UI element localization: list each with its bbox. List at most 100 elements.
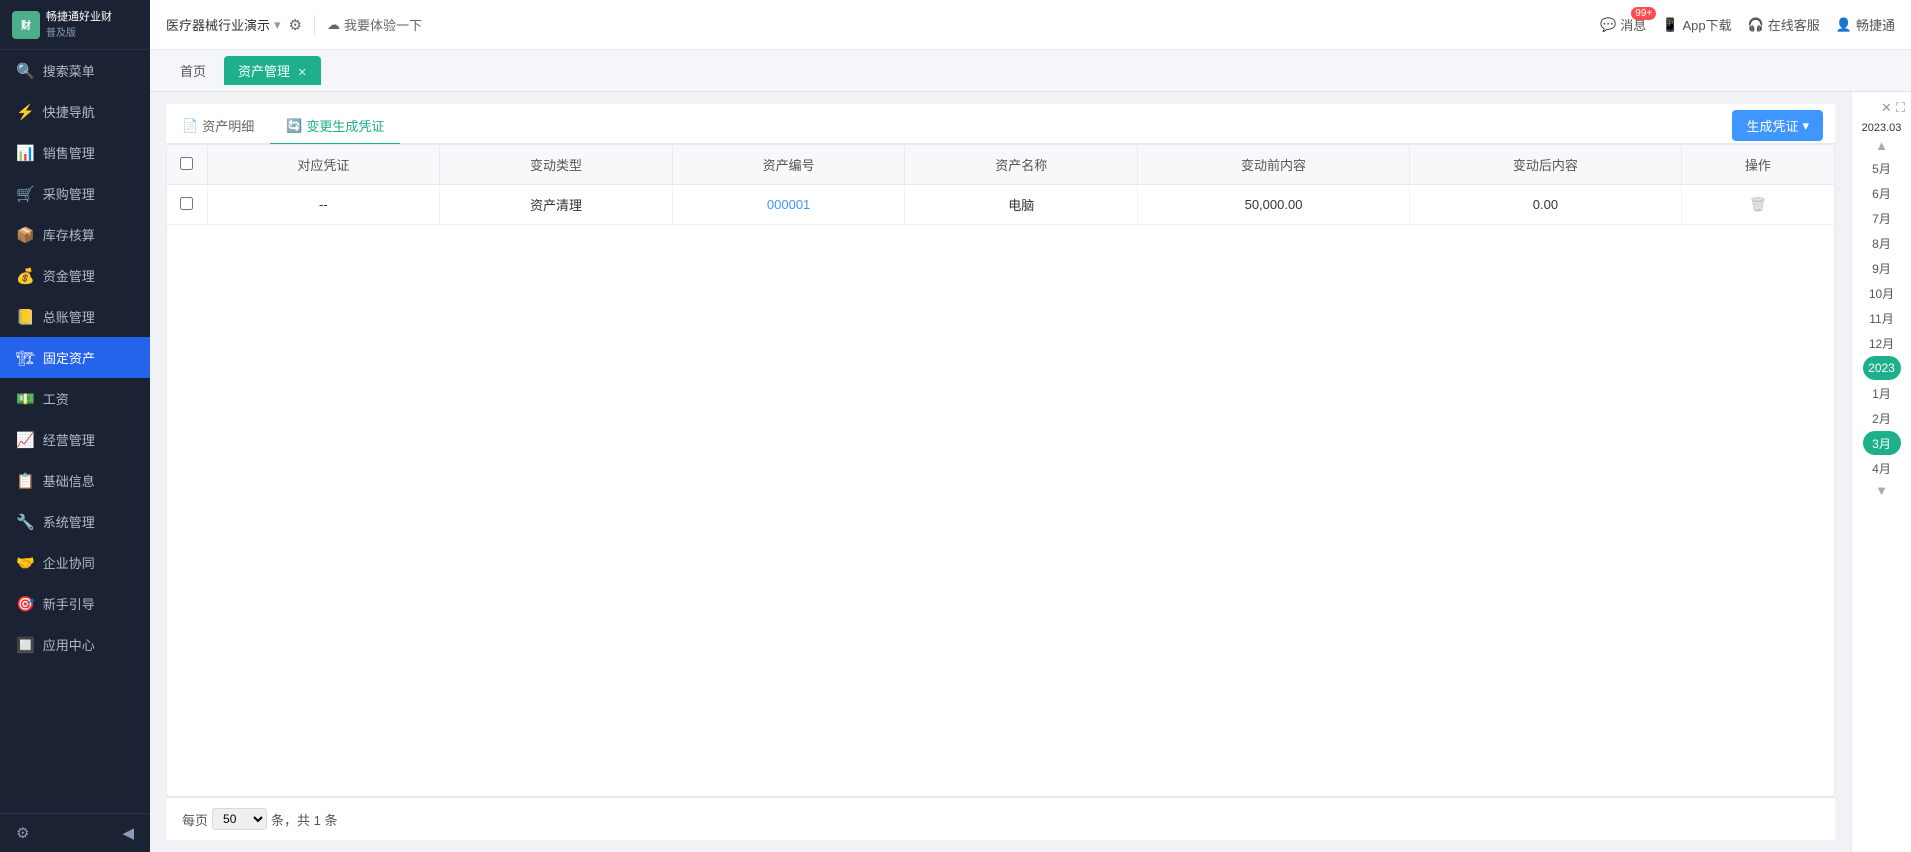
logo-name: 畅捷通好业财 [46,10,112,24]
th-voucher-ref: 对应凭证 [207,145,440,185]
fixedasset-icon: 🏗 [16,349,35,367]
sidebar-label-salary: 工资 [43,389,69,408]
message-icon: 💬 [1600,17,1616,33]
right-panel-header: ✕ ⛶ [1852,96,1911,120]
sidebar-item-quicknav[interactable]: ⚡ 快捷导航 [0,91,150,132]
sub-tab-voucher[interactable]: 🔄 变更生成凭证 [270,108,400,145]
collapse-icon[interactable]: ◀ [122,824,134,842]
select-all-checkbox[interactable] [180,157,193,170]
company-settings-icon[interactable]: ⚙ [289,16,302,34]
th-after-change: 变动后内容 [1409,145,1681,185]
sidebar-label-quicknav: 快捷导航 [43,102,95,121]
sidebar-item-funds[interactable]: 💰资金管理 [0,255,150,296]
messages-btn[interactable]: 💬 消息 99+ [1600,15,1646,34]
tab-home[interactable]: 首页 [166,56,220,85]
collab-icon: 🤝 [16,554,35,572]
sub-tabs-wrapper: 📄 资产明细 🔄 变更生成凭证 生成凭证 ▾ [166,104,1835,144]
sidebar-label-ledger: 总账管理 [43,307,95,326]
sidebar-item-fixedasset[interactable]: 🏗 固定资产 [0,337,150,378]
sidebar-item-system[interactable]: 🔧 系统管理 [0,501,150,542]
scroll-up-arrow[interactable]: ▲ [1873,136,1890,155]
scroll-down-arrow[interactable]: ▼ [1873,481,1890,500]
appcenter-icon: 🔲 [16,636,35,654]
tab-close-icon[interactable]: ✕ [298,67,307,79]
row-checkbox[interactable] [180,197,193,210]
per-page-select[interactable]: 50 10 20 100 [212,808,267,830]
experience-label: 我要体验一下 [344,15,422,34]
month-item[interactable]: 8月 [1863,231,1901,255]
sidebar-item-collab[interactable]: 🤝企业协同 [0,542,150,583]
search-icon: 🔍 [16,62,35,80]
th-asset-name: 资产名称 [905,145,1138,185]
tab-asset-management[interactable]: 资产管理 ✕ [224,56,321,85]
sidebar-label-system: 系统管理 [43,512,95,531]
system-icon: 🔧 [16,513,35,531]
user-avatar-icon: 👤 [1836,17,1852,33]
phone-icon: 📱 [1662,17,1678,33]
company-selector[interactable]: 医疗器械行业演示 ▾ [166,15,281,34]
month-item[interactable]: 6月 [1863,181,1901,205]
sidebar-item-guide[interactable]: 🎯新手引导 [0,583,150,624]
row-after-change: 0.00 [1409,185,1681,225]
month-item[interactable]: 12月 [1863,331,1901,355]
sidebar-item-purchase[interactable]: 🛒 采购管理 [0,173,150,214]
month-item[interactable]: 9月 [1863,256,1901,280]
tab-bar: 首页 资产管理 ✕ [150,50,1911,92]
message-badge: 99+ [1631,7,1656,20]
funds-icon: 💰 [16,267,35,285]
row-before-change: 50,000.00 [1138,185,1410,225]
sales-icon: 📊 [16,144,35,162]
cloud-icon: ☁ [327,17,340,33]
sidebar-item-basics[interactable]: 📋基础信息 [0,460,150,501]
month-item[interactable]: 1月 [1863,381,1901,405]
settings-icon[interactable]: ⚙ [16,824,29,842]
headset-icon: 🎧 [1748,17,1764,33]
row-change-type: 资产清理 [440,185,673,225]
tab-home-label: 首页 [180,64,206,79]
month-item[interactable]: 4月 [1863,456,1901,480]
month-item[interactable]: 2月 [1863,406,1901,430]
year-marker[interactable]: 2023 [1863,356,1901,380]
month-item[interactable]: 10月 [1863,281,1901,305]
month-item[interactable]: 3月 [1863,431,1901,455]
content-main: 📄 资产明细 🔄 变更生成凭证 生成凭证 ▾ [150,92,1851,852]
th-before-change: 变动前内容 [1138,145,1410,185]
sidebar-item-salary[interactable]: 💵工资 [0,378,150,419]
generate-voucher-button[interactable]: 生成凭证 ▾ [1732,110,1823,141]
sidebar-item-sales[interactable]: 📊销售管理 [0,132,150,173]
sidebar-label-fixedasset: 固定资产 [43,348,95,367]
tab-asset-label: 资产管理 [238,64,290,79]
expand-panel-icon[interactable]: ⛶ [1896,100,1905,116]
close-panel-icon[interactable]: ✕ [1881,100,1892,116]
sidebar: 财 畅捷通好业财 普及版 🔍搜索菜单 ⚡ 快捷导航 📊销售管理 🛒 采购管理 📦库存核算💰资… [0,0,150,852]
sidebar-item-ledger[interactable]: 📒总账管理 [0,296,150,337]
customer-service-btn[interactable]: 🎧 在线客服 [1748,15,1820,34]
company-name: 医疗器械行业演示 [166,15,270,34]
sub-tab-detail[interactable]: 📄 资产明细 [166,108,270,145]
month-item[interactable]: 7月 [1863,206,1901,230]
sidebar-item-management[interactable]: 📈经营管理 [0,419,150,460]
sidebar-logo: 财 畅捷通好业财 普及版 [0,0,150,50]
guide-icon: 🎯 [16,595,35,613]
th-action: 操作 [1681,145,1834,185]
sidebar-label-appcenter: 应用中心 [43,635,95,654]
delete-row-icon[interactable]: 🗑 [1749,196,1767,212]
month-item[interactable]: 5月 [1863,156,1901,180]
sidebar-item-appcenter[interactable]: 🔲 应用中心 [0,624,150,665]
sidebar-label-purchase: 采购管理 [43,184,95,203]
year-month-label: 2023.03 [1852,120,1911,136]
experience-btn[interactable]: ☁ 我要体验一下 [327,15,422,34]
inventory-icon: 📦 [16,226,35,244]
sidebar-nav: 🔍搜索菜单 ⚡ 快捷导航 📊销售管理 🛒 采购管理 📦库存核算💰资金管理📒总账管理 🏗 固定资产… [0,50,150,813]
purchase-icon: 🛒 [16,185,35,203]
sidebar-item-inventory[interactable]: 📦库存核算 [0,214,150,255]
generate-voucher-label: 生成凭证 [1746,116,1798,135]
management-icon: 📈 [16,431,35,449]
user-menu-btn[interactable]: 👤 畅捷通 [1836,15,1895,34]
user-name: 畅捷通 [1856,15,1895,34]
quicknav-icon: ⚡ [16,103,35,121]
month-item[interactable]: 11月 [1863,306,1901,330]
sidebar-item-search[interactable]: 🔍搜索菜单 [0,50,150,91]
row-action: 🗑 [1681,185,1834,225]
app-download-btn[interactable]: 📱 App下载 [1662,15,1731,34]
